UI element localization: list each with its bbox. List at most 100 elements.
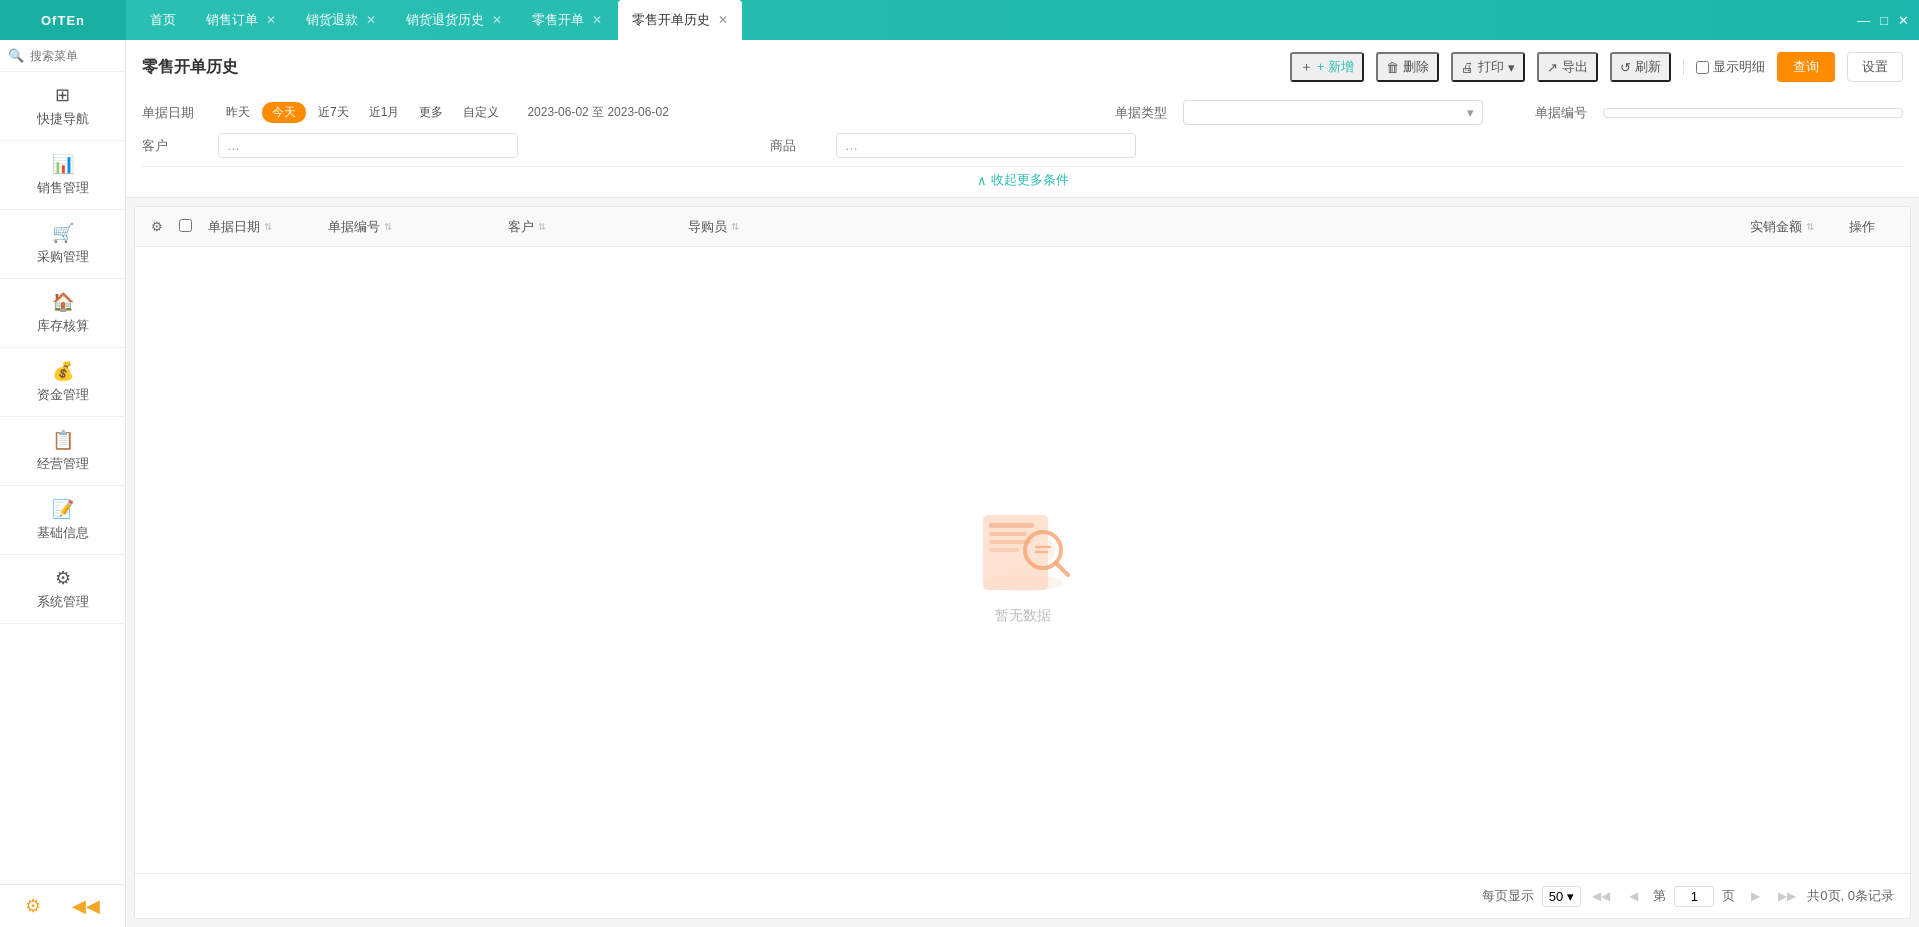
first-page-btn[interactable]: ◀◀ — [1589, 884, 1613, 908]
date-btn-last7[interactable]: 近7天 — [310, 102, 357, 123]
pagination: 每页显示 50 ▾ ◀◀ ◀ 第 页 ▶ ▶▶ 共0页, 0条记录 — [135, 873, 1910, 918]
last-page-btn[interactable]: ▶▶ — [1775, 884, 1799, 908]
collapse-filter-btn[interactable]: ∧ 收起更多条件 — [142, 166, 1903, 193]
tab-retail-history[interactable]: 零售开单历史✕ — [618, 0, 742, 40]
data-table-area: ⚙ 单据日期 ⇅ 单据编号 ⇅ 客户 ⇅ 导购员 ⇅ — [134, 206, 1911, 919]
date-btn-yesterday[interactable]: 昨天 — [218, 102, 258, 123]
sidebar-item-inventory[interactable]: 🏠库存核算 — [0, 279, 125, 348]
th-amount[interactable]: 实销金额 ⇅ — [1722, 218, 1822, 236]
sort-amount-icon: ⇅ — [1806, 221, 1814, 232]
date-btn-more[interactable]: 更多 — [411, 102, 451, 123]
add-button[interactable]: ＋ + 新增 — [1290, 52, 1364, 82]
sort-guide-icon: ⇅ — [731, 221, 739, 232]
settings-button[interactable]: 设置 — [1847, 52, 1903, 82]
column-settings-btn[interactable]: ⚙ — [143, 219, 171, 234]
date-quick-btns: 昨天今天近7天近1月更多自定义 — [218, 102, 507, 123]
next-page-btn[interactable]: ▶ — [1743, 884, 1767, 908]
sidebar-label-operations: 经营管理 — [37, 455, 89, 473]
sidebar-item-finance[interactable]: 💰资金管理 — [0, 348, 125, 417]
customer-ellipsis: … — [227, 138, 240, 153]
minimize-icon[interactable]: — — [1857, 13, 1870, 28]
page-size-chevron: ▾ — [1567, 889, 1574, 904]
th-date[interactable]: 单据日期 ⇅ — [200, 218, 320, 236]
page-size-value: 50 — [1549, 889, 1563, 904]
th-customer[interactable]: 客户 ⇅ — [500, 218, 680, 236]
sidebar-item-quick-nav[interactable]: ⊞快捷导航 — [0, 72, 125, 141]
sidebar-label-sales-mgmt: 销售管理 — [37, 179, 89, 197]
close-icon[interactable]: ✕ — [1898, 13, 1909, 28]
tab-close-sales-return[interactable]: ✕ — [366, 13, 376, 27]
refresh-label: 刷新 — [1635, 58, 1661, 76]
th-guide[interactable]: 导购员 ⇅ — [680, 218, 800, 236]
sidebar-icon-sales-mgmt: 📊 — [52, 153, 74, 175]
tab-list: 首页销售订单✕销货退款✕销货退货历史✕零售开单✕零售开单历史✕ — [136, 0, 1857, 40]
table-header: ⚙ 单据日期 ⇅ 单据编号 ⇅ 客户 ⇅ 导购员 ⇅ — [135, 207, 1910, 247]
th-op-label: 操作 — [1849, 218, 1875, 236]
goods-filter-label: 商品 — [770, 137, 820, 155]
sidebar-icon-basic-info: 📝 — [52, 498, 74, 520]
sidebar-item-basic-info[interactable]: 📝基础信息 — [0, 486, 125, 555]
maximize-icon[interactable]: □ — [1880, 13, 1888, 28]
settings-bottom-icon[interactable]: ⚙ — [25, 895, 41, 917]
sidebar-bottom: ⚙ ◀◀ — [0, 884, 125, 927]
print-icon: 🖨 — [1461, 60, 1474, 75]
type-filter-select[interactable]: ▾ — [1183, 100, 1483, 125]
sidebar-item-system[interactable]: ⚙系统管理 — [0, 555, 125, 624]
display-detail-toggle[interactable]: 显示明细 — [1696, 58, 1765, 76]
select-all-input[interactable] — [179, 219, 192, 232]
tab-sales-order[interactable]: 销售订单✕ — [192, 0, 290, 40]
sidebar-item-operations[interactable]: 📋 经营管理 — [0, 417, 125, 486]
empty-illustration — [963, 495, 1083, 595]
sidebar-item-sales-mgmt[interactable]: 📊 销售管理 — [0, 141, 125, 210]
export-label: 导出 — [1562, 58, 1588, 76]
filter-row-1: 单据日期 昨天今天近7天近1月更多自定义 2023-06-02 至 2023-0… — [142, 100, 1903, 125]
svg-rect-2 — [989, 523, 1034, 528]
sidebar-icon-inventory: 🏠 — [52, 291, 74, 313]
tab-close-retail-history[interactable]: ✕ — [718, 13, 728, 27]
content-area: 零售开单历史 ＋ + 新增 🗑 删除 🖨 打印 ▾ — [126, 40, 1919, 927]
prev-page-btn[interactable]: ◀ — [1621, 884, 1645, 908]
svg-rect-3 — [989, 532, 1027, 536]
svg-rect-5 — [989, 548, 1019, 552]
page-size-select[interactable]: 50 ▾ — [1542, 886, 1581, 907]
sidebar-nav: ⊞快捷导航 📊 销售管理 🛒采购管理🏠库存核算💰资金管理 📋 经营管理 📝基础信息⚙系统管理 — [0, 72, 125, 624]
customer-filter-input[interactable]: … — [218, 133, 518, 158]
th-op: 操作 — [1822, 218, 1902, 236]
tab-home[interactable]: 首页 — [136, 0, 190, 40]
window-controls: — □ ✕ — [1857, 13, 1909, 28]
tab-sales-return-history[interactable]: 销货退货历史✕ — [392, 0, 516, 40]
display-detail-checkbox[interactable] — [1696, 61, 1709, 74]
tab-close-retail-open[interactable]: ✕ — [592, 13, 602, 27]
collapse-sidebar-icon[interactable]: ◀◀ — [72, 895, 100, 917]
print-button[interactable]: 🖨 打印 ▾ — [1451, 52, 1525, 82]
chevron-up-icon: ∧ — [977, 173, 987, 188]
sort-date-icon: ⇅ — [264, 221, 272, 232]
query-button[interactable]: 查询 — [1777, 52, 1835, 82]
add-icon: ＋ — [1300, 58, 1313, 76]
select-all-checkbox[interactable] — [171, 219, 200, 235]
tab-close-sales-return-history[interactable]: ✕ — [492, 13, 502, 27]
goods-ellipsis: … — [845, 138, 858, 153]
sidebar-item-purchase-mgmt[interactable]: 🛒采购管理 — [0, 210, 125, 279]
sidebar-search[interactable]: 🔍 — [0, 40, 125, 72]
tab-sales-return[interactable]: 销货退款✕ — [292, 0, 390, 40]
export-button[interactable]: ↗ 导出 — [1537, 52, 1598, 82]
page-number-input[interactable] — [1674, 886, 1714, 907]
delete-button[interactable]: 🗑 删除 — [1376, 52, 1439, 82]
page-size-label: 每页显示 — [1482, 887, 1534, 905]
tab-retail-open[interactable]: 零售开单✕ — [518, 0, 616, 40]
goods-filter-input[interactable]: … — [836, 133, 1136, 158]
th-amount-label: 实销金额 — [1750, 218, 1802, 236]
delete-label: 删除 — [1403, 58, 1429, 76]
toolbar: ＋ + 新增 🗑 删除 🖨 打印 ▾ ↗ 导出 — [1290, 52, 1903, 82]
collapse-label: 收起更多条件 — [991, 171, 1069, 189]
date-btn-custom[interactable]: 自定义 — [455, 102, 507, 123]
sidebar-icon-operations: 📋 — [52, 429, 74, 451]
date-btn-last1month[interactable]: 近1月 — [361, 102, 408, 123]
num-filter-input[interactable] — [1603, 108, 1903, 118]
refresh-button[interactable]: ↺ 刷新 — [1610, 52, 1671, 82]
th-customer-label: 客户 — [508, 218, 534, 236]
th-num[interactable]: 单据编号 ⇅ — [320, 218, 500, 236]
date-btn-today[interactable]: 今天 — [262, 102, 306, 123]
tab-close-sales-order[interactable]: ✕ — [266, 13, 276, 27]
